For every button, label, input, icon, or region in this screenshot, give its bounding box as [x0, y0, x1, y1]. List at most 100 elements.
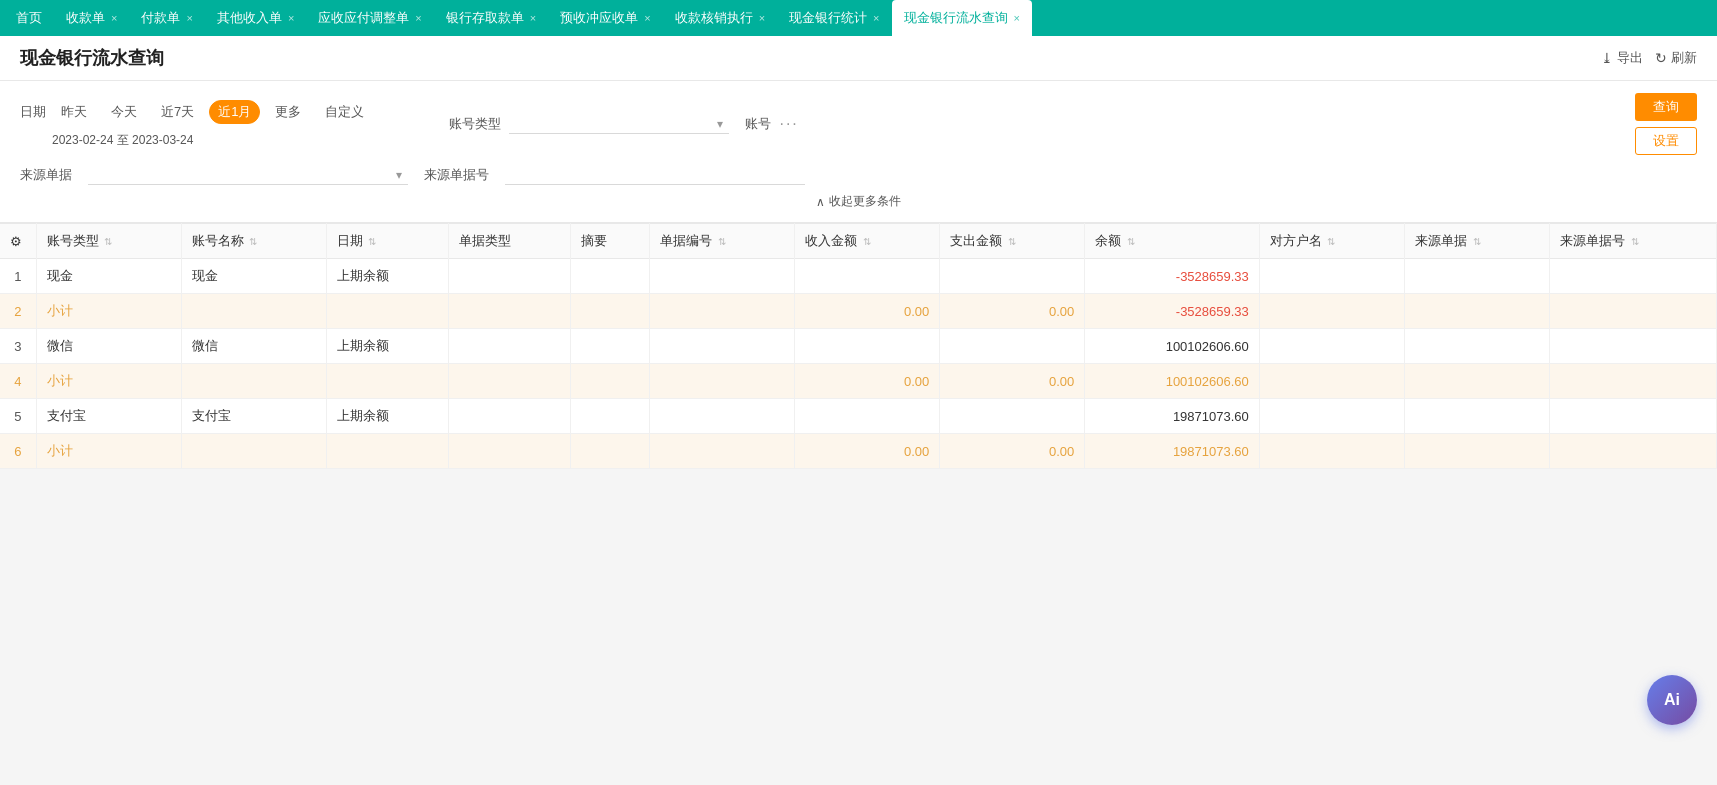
- table-row: 5 支付宝 支付宝 上期余额 19871073.60: [0, 399, 1717, 434]
- date-cell: [326, 364, 448, 399]
- source-doc-no-input[interactable]: [505, 165, 805, 185]
- close-bank-deposits-icon[interactable]: ×: [530, 0, 536, 36]
- col-summary[interactable]: 摘要: [571, 224, 650, 259]
- counterparty-cell: [1259, 329, 1404, 364]
- tab-other-income[interactable]: 其他收入单 ×: [205, 0, 306, 36]
- tab-collection[interactable]: 收款核销执行 ×: [663, 0, 777, 36]
- tab-prepay[interactable]: 预收冲应收单 ×: [548, 0, 662, 36]
- sort-balance-icon: ⇅: [1127, 236, 1135, 247]
- col-date[interactable]: 日期 ⇅: [326, 224, 448, 259]
- refresh-button[interactable]: ↻ 刷新: [1655, 49, 1697, 67]
- tab-bank-deposits[interactable]: 银行存取款单 ×: [434, 0, 548, 36]
- doc-type-cell: [449, 329, 571, 364]
- close-bank-flow-icon[interactable]: ×: [1014, 0, 1020, 36]
- table-row: 2 小计 0.00 0.00 -3528659.33: [0, 294, 1717, 329]
- date-btn-custom[interactable]: 自定义: [316, 100, 373, 124]
- col-expense[interactable]: 支出金额 ⇅: [940, 224, 1085, 259]
- source-doc-no-cell: [1550, 294, 1717, 329]
- source-doc-cell: [1404, 364, 1549, 399]
- date-btn-more[interactable]: 更多: [266, 100, 310, 124]
- nav-home[interactable]: 首页: [4, 0, 54, 36]
- close-other-income-icon[interactable]: ×: [288, 0, 294, 36]
- col-source-doc[interactable]: 来源单据 ⇅: [1404, 224, 1549, 259]
- close-payments-icon[interactable]: ×: [186, 0, 192, 36]
- top-nav: 首页 收款单 × 付款单 × 其他收入单 × 应收应付调整单 × 银行存取款单 …: [0, 0, 1717, 36]
- table-row: 6 小计 0.00 0.00 19871073.60: [0, 434, 1717, 469]
- col-doc-type[interactable]: 单据类型: [449, 224, 571, 259]
- date-btn-1month[interactable]: 近1月: [209, 100, 260, 124]
- page-header: 现金银行流水查询 ⤓ 导出 ↻ 刷新: [0, 36, 1717, 81]
- source-doc-cell: [1404, 294, 1549, 329]
- col-income[interactable]: 收入金额 ⇅: [795, 224, 940, 259]
- account-dots-icon[interactable]: ···: [779, 115, 798, 133]
- income-cell: 0.00: [795, 364, 940, 399]
- table-row: 1 现金 现金 上期余额 -3528659.33: [0, 259, 1717, 294]
- counterparty-cell: [1259, 434, 1404, 469]
- col-account-name[interactable]: 账号名称 ⇅: [181, 224, 326, 259]
- source-doc-label: 来源单据: [20, 166, 72, 184]
- balance-cell: 19871073.60: [1085, 399, 1259, 434]
- row-num-cell: 4: [0, 364, 36, 399]
- date-cell: 上期余额: [326, 399, 448, 434]
- source-doc-no-cell: [1550, 399, 1717, 434]
- query-button[interactable]: 查询: [1635, 93, 1697, 121]
- account-type-cell: 小计: [36, 434, 181, 469]
- collapse-bar[interactable]: ∧ 收起更多条件: [20, 189, 1697, 214]
- collapse-up-icon: ∧: [816, 195, 825, 209]
- account-type-cell: 支付宝: [36, 399, 181, 434]
- source-doc-cell: [1404, 399, 1549, 434]
- doc-no-cell: [650, 294, 795, 329]
- export-button[interactable]: ⤓ 导出: [1601, 49, 1643, 67]
- doc-no-cell: [650, 329, 795, 364]
- tab-adjustment[interactable]: 应收应付调整单 ×: [306, 0, 433, 36]
- expense-cell: [940, 259, 1085, 294]
- source-doc-no-label: 来源单据号: [424, 166, 489, 184]
- balance-cell: -3528659.33: [1085, 294, 1259, 329]
- close-receipts-icon[interactable]: ×: [111, 0, 117, 36]
- filter-row-1: 日期 昨天 今天 近7天 近1月 更多 自定义 2023-02-24 至 202…: [20, 93, 1697, 155]
- table-settings-gear-icon[interactable]: ⚙: [10, 234, 22, 249]
- sort-source-doc-no-icon: ⇅: [1631, 236, 1639, 247]
- close-collection-icon[interactable]: ×: [759, 0, 765, 36]
- close-bank-stats-icon[interactable]: ×: [873, 0, 879, 36]
- table-header-row: ⚙ 账号类型 ⇅ 账号名称 ⇅ 日期 ⇅ 单据类型 摘要: [0, 224, 1717, 259]
- col-source-doc-no[interactable]: 来源单据号 ⇅: [1550, 224, 1717, 259]
- income-cell: [795, 399, 940, 434]
- settings-button[interactable]: 设置: [1635, 127, 1697, 155]
- account-name-cell: [181, 364, 326, 399]
- date-btn-yesterday[interactable]: 昨天: [52, 100, 96, 124]
- doc-type-cell: [449, 294, 571, 329]
- close-adjustment-icon[interactable]: ×: [415, 0, 421, 36]
- source-doc-cell: [1404, 434, 1549, 469]
- balance-cell: 100102606.60: [1085, 329, 1259, 364]
- income-cell: 0.00: [795, 294, 940, 329]
- source-doc-no-cell: [1550, 259, 1717, 294]
- expense-cell: 0.00: [940, 294, 1085, 329]
- source-doc-cell: [1404, 329, 1549, 364]
- tab-receipts[interactable]: 收款单 ×: [54, 0, 129, 36]
- account-type-cell: 微信: [36, 329, 181, 364]
- account-type-select[interactable]: ▾: [509, 115, 729, 134]
- col-account-type[interactable]: 账号类型 ⇅: [36, 224, 181, 259]
- source-doc-select[interactable]: ▾: [88, 166, 408, 185]
- col-doc-no[interactable]: 单据编号 ⇅: [650, 224, 795, 259]
- row-num-cell: 3: [0, 329, 36, 364]
- date-btn-today[interactable]: 今天: [102, 100, 146, 124]
- close-prepay-icon[interactable]: ×: [644, 0, 650, 36]
- table-body: 1 现金 现金 上期余额 -3528659.33 2 小计 0.00 0.00 …: [0, 259, 1717, 469]
- summary-cell: [571, 294, 650, 329]
- counterparty-cell: [1259, 364, 1404, 399]
- tab-payments[interactable]: 付款单 ×: [129, 0, 204, 36]
- row-num-cell: 1: [0, 259, 36, 294]
- date-label: 日期: [20, 103, 46, 121]
- filter-area: 日期 昨天 今天 近7天 近1月 更多 自定义 2023-02-24 至 202…: [0, 81, 1717, 223]
- col-counterparty[interactable]: 对方户名 ⇅: [1259, 224, 1404, 259]
- tab-bank-flow[interactable]: 现金银行流水查询 ×: [892, 0, 1032, 36]
- counterparty-cell: [1259, 259, 1404, 294]
- tab-bank-stats[interactable]: 现金银行统计 ×: [777, 0, 891, 36]
- col-balance[interactable]: 余额 ⇅: [1085, 224, 1259, 259]
- summary-cell: [571, 399, 650, 434]
- date-btn-7days[interactable]: 近7天: [152, 100, 203, 124]
- account-name-cell: [181, 434, 326, 469]
- settings-col-header[interactable]: ⚙: [0, 224, 36, 259]
